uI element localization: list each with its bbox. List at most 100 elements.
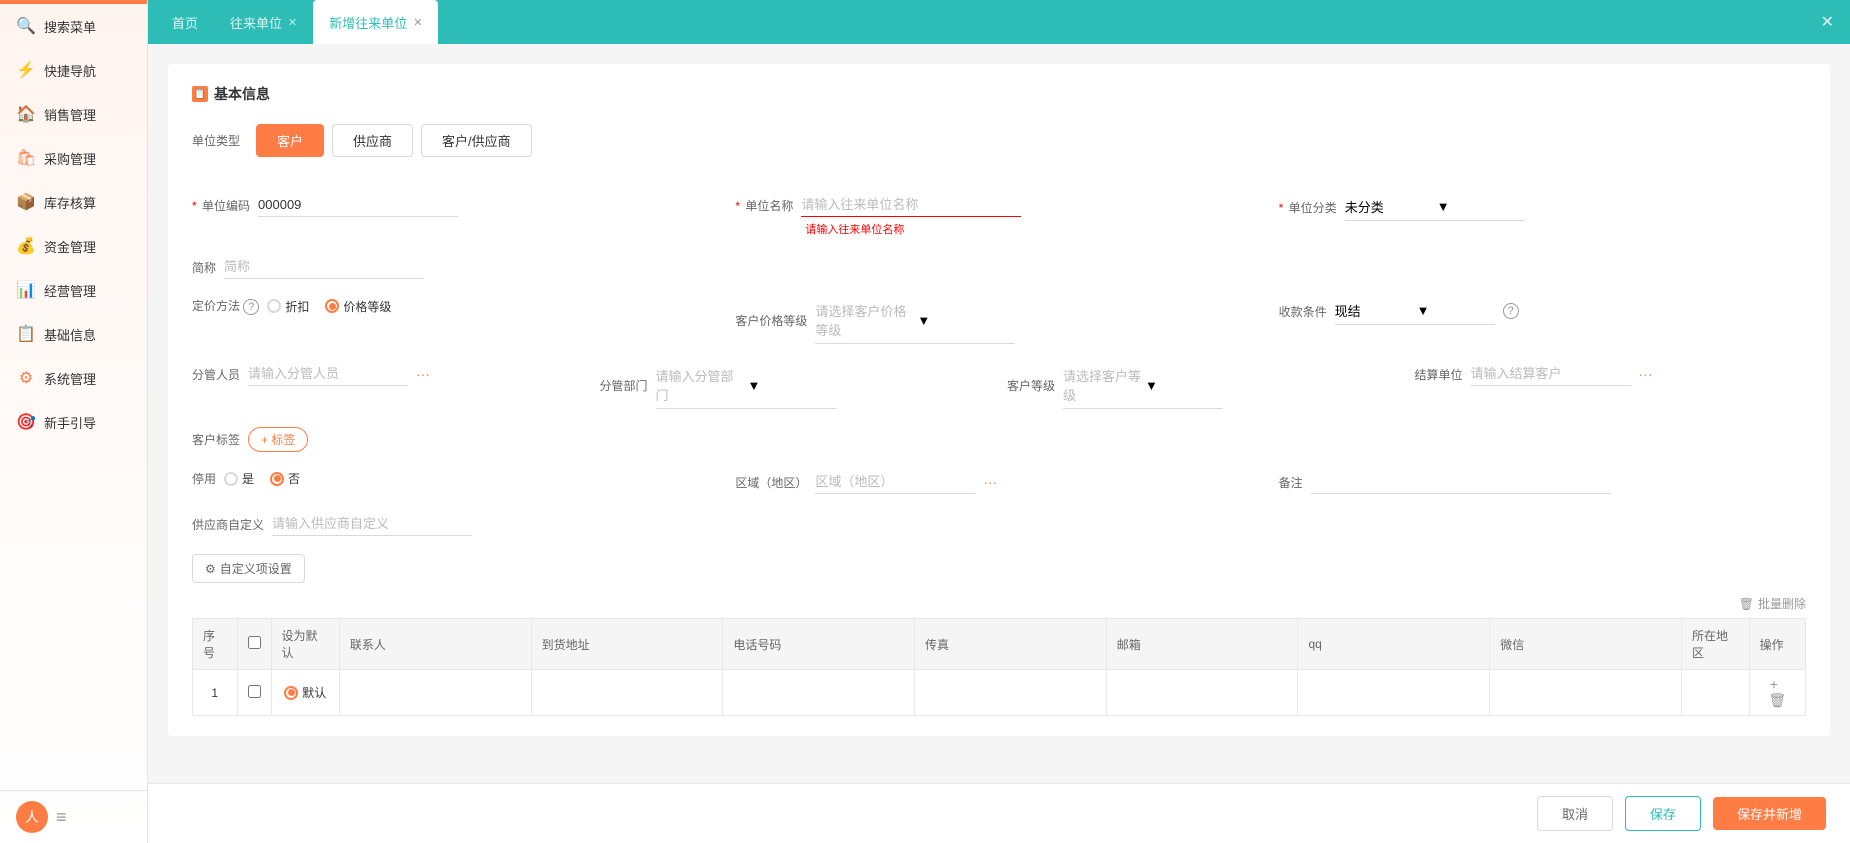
- radio-circle-discount: [267, 299, 281, 313]
- department-placeholder: 请输入分管部门: [656, 366, 744, 404]
- sidebar-item-basic-info[interactable]: 📋 基础信息: [0, 312, 147, 356]
- sidebar-item-label: 资金管理: [44, 237, 96, 256]
- customer-price-level-label: 客户价格等级: [735, 312, 807, 329]
- default-radio[interactable]: 默认: [282, 684, 329, 701]
- sidebar: 🔍 搜索菜单 ⚡ 快捷导航 🏠 销售管理 🛍 采购管理 📦 库存核算 💰 资金管…: [0, 0, 148, 843]
- category-dropdown[interactable]: 未分类 ▼: [1345, 193, 1525, 221]
- disabled-radio-group: 是 否: [224, 470, 300, 487]
- phone-input[interactable]: [733, 685, 904, 700]
- sidebar-item-purchase[interactable]: 🛍 采购管理: [0, 136, 147, 180]
- custom-settings-button[interactable]: ⚙ 自定义项设置: [192, 554, 305, 583]
- pricing-label: 定价方法 ?: [192, 297, 259, 315]
- department-dropdown[interactable]: 请输入分管部门 ▼: [656, 362, 836, 409]
- cell-fax: [915, 670, 1107, 716]
- customer-level-group: 客户等级 请选择客户等级 ▼: [1007, 362, 1399, 409]
- default-radio-circle: [284, 686, 298, 700]
- sidebar-item-inventory[interactable]: 📦 库存核算: [0, 180, 147, 224]
- add-tag-button[interactable]: + 标签: [248, 427, 308, 452]
- delete-row-icon[interactable]: 🗑: [1768, 692, 1786, 708]
- fax-input[interactable]: [925, 685, 1096, 700]
- payment-terms-help-icon[interactable]: ?: [1503, 303, 1519, 319]
- wechat-input[interactable]: [1500, 685, 1671, 700]
- payment-terms-dropdown[interactable]: 现结 ▼: [1335, 297, 1495, 325]
- pricing-radio-level[interactable]: 价格等级: [325, 298, 391, 315]
- sidebar-item-operations[interactable]: 📊 经营管理: [0, 268, 147, 312]
- tab-partners[interactable]: 往来单位 ✕: [214, 0, 313, 44]
- sidebar-item-label: 采购管理: [44, 149, 96, 168]
- tab-bar: 首页 往来单位 ✕ 新增往来单位 ✕ ✕: [148, 0, 1850, 44]
- short-name-input[interactable]: [224, 255, 424, 279]
- sidebar-item-label: 库存核算: [44, 193, 96, 212]
- remark-input[interactable]: [1311, 470, 1611, 494]
- home-icon: 🏠: [16, 104, 36, 124]
- payment-terms-value: 现结: [1335, 301, 1413, 320]
- contact-input[interactable]: [350, 685, 521, 700]
- sidebar-item-finance[interactable]: 💰 资金管理: [0, 224, 147, 268]
- select-all-checkbox[interactable]: [248, 636, 261, 649]
- pricing-help-icon[interactable]: ?: [243, 299, 259, 315]
- sidebar-bottom-bar-icon: ≡: [56, 807, 67, 828]
- default-label: 默认: [302, 684, 326, 701]
- unit-type-row: 单位类型 客户 供应商 客户/供应商: [192, 124, 1806, 175]
- th-wechat: 微信: [1490, 619, 1682, 670]
- cancel-button[interactable]: 取消: [1537, 796, 1613, 831]
- customer-level-dropdown[interactable]: 请选择客户等级 ▼: [1063, 362, 1223, 409]
- tag-row: 客户标签 + 标签: [192, 427, 1806, 452]
- short-name-row: 简称: [192, 255, 1806, 279]
- trash-icon: 🗑: [1739, 597, 1754, 611]
- disabled-group: 停用 是 否: [192, 470, 719, 487]
- address-input[interactable]: [542, 685, 713, 700]
- qq-input[interactable]: [1308, 685, 1479, 700]
- sidebar-item-guide[interactable]: 🎯 新手引导: [0, 400, 147, 444]
- sidebar-item-system[interactable]: ⚙ 系统管理: [0, 356, 147, 400]
- save-button[interactable]: 保存: [1625, 796, 1701, 831]
- tab-new-partner[interactable]: 新增往来单位 ✕: [313, 0, 438, 44]
- sidebar-item-search[interactable]: 🔍 搜索菜单: [0, 4, 147, 48]
- th-phone: 电话号码: [723, 619, 915, 670]
- sidebar-item-quick-nav[interactable]: ⚡ 快捷导航: [0, 48, 147, 92]
- manager-ellipsis[interactable]: ···: [416, 366, 430, 382]
- tab-new-partner-close[interactable]: ✕: [413, 16, 422, 29]
- manager-input[interactable]: [248, 362, 408, 386]
- sidebar-item-label: 基础信息: [44, 325, 96, 344]
- btn-both[interactable]: 客户/供应商: [421, 124, 532, 157]
- section-title: 📋 基本信息: [192, 84, 1806, 104]
- cell-address: [531, 670, 723, 716]
- row-checkbox[interactable]: [248, 685, 261, 698]
- tab-partners-close[interactable]: ✕: [288, 16, 297, 29]
- region-input[interactable]: [815, 470, 975, 494]
- save-new-button[interactable]: 保存并新增: [1713, 797, 1826, 830]
- chevron-down-icon-2: ▼: [917, 313, 1015, 328]
- pricing-row: 定价方法 ? 折扣 价格等级: [192, 297, 1806, 344]
- sidebar-item-sales[interactable]: 🏠 销售管理: [0, 92, 147, 136]
- customer-level-placeholder: 请选择客户等级: [1063, 366, 1141, 404]
- disabled-radio-yes[interactable]: 是: [224, 470, 254, 487]
- radio-circle-level: [325, 299, 339, 313]
- cell-wechat: [1490, 670, 1682, 716]
- settlement-ellipsis[interactable]: ···: [1639, 366, 1653, 382]
- customer-price-level-placeholder: 请选择客户价格等级: [815, 301, 913, 339]
- btn-customer[interactable]: 客户: [256, 124, 324, 157]
- region-ellipsis[interactable]: ···: [983, 474, 997, 490]
- window-close-button[interactable]: ✕: [1813, 12, 1842, 32]
- pricing-radio-discount[interactable]: 折扣: [267, 298, 309, 315]
- payment-terms-group: 收款条件 现结 ▼ ?: [1279, 297, 1806, 325]
- settlement-input[interactable]: [1471, 362, 1631, 386]
- payment-terms-label: 收款条件: [1279, 303, 1327, 320]
- code-input[interactable]: [258, 193, 458, 217]
- sidebar-bottom: 人 ≡: [0, 790, 147, 843]
- disabled-radio-no[interactable]: 否: [270, 470, 300, 487]
- pricing-group: 定价方法 ? 折扣 价格等级: [192, 297, 719, 315]
- btn-supplier[interactable]: 供应商: [332, 124, 413, 157]
- gear-settings-icon: ⚙: [205, 562, 216, 576]
- disabled-region-row: 停用 是 否: [192, 470, 1806, 494]
- batch-delete-label[interactable]: 批量删除: [1758, 595, 1806, 612]
- category-group: * 单位分类 未分类 ▼: [1279, 193, 1806, 221]
- tab-home[interactable]: 首页: [156, 0, 214, 44]
- supplier-custom-input[interactable]: [272, 512, 472, 536]
- name-input[interactable]: [801, 193, 1021, 217]
- customer-price-level-dropdown[interactable]: 请选择客户价格等级 ▼: [815, 297, 1015, 344]
- pricing-radio-group: 折扣 价格等级: [267, 298, 391, 315]
- add-row-icon[interactable]: +: [1770, 676, 1778, 692]
- email-input[interactable]: [1117, 685, 1288, 700]
